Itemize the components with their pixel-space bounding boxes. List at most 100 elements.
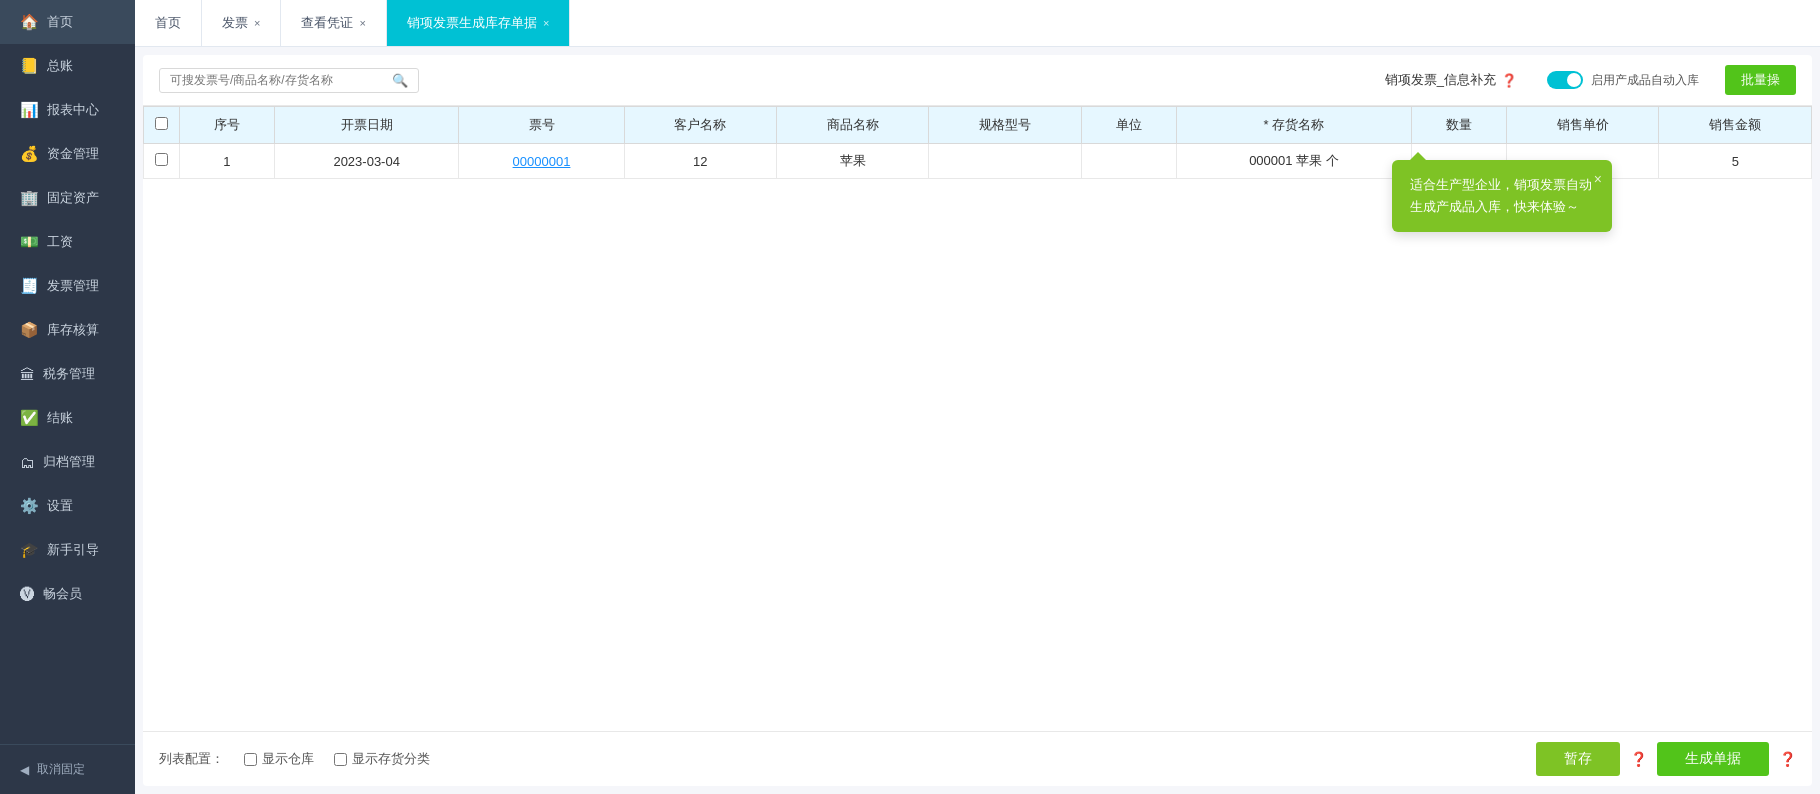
search-box[interactable]: 🔍 <box>159 68 419 93</box>
tab-create-inventory-close[interactable]: × <box>543 17 549 29</box>
tab-create-inventory-label: 销项发票生成库存单据 <box>407 14 537 32</box>
sidebar-label-reports: 报表中心 <box>47 101 99 119</box>
row-product: 苹果 <box>777 144 929 179</box>
sidebar-label-tax: 税务管理 <box>43 365 95 383</box>
header-unit: 单位 <box>1081 107 1176 144</box>
tab-create-inventory[interactable]: 销项发票生成库存单据 × <box>387 0 570 46</box>
show-warehouse-checkbox[interactable] <box>244 753 257 766</box>
tax-icon: 🏛 <box>20 366 35 383</box>
header-unit-price: 销售单价 <box>1507 107 1659 144</box>
save-help-icon[interactable]: ❓ <box>1630 751 1647 767</box>
select-all-checkbox[interactable] <box>155 117 168 130</box>
show-inventory-category-label[interactable]: 显示存货分类 <box>334 750 430 768</box>
toggle-area: 启用产成品自动入库 <box>1547 71 1699 89</box>
row-unit <box>1081 144 1176 179</box>
sidebar-item-tax[interactable]: 🏛 税务管理 <box>0 352 135 396</box>
sidebar-label-invoice: 发票管理 <box>47 277 99 295</box>
sidebar-item-reports[interactable]: 📊 报表中心 <box>0 88 135 132</box>
table-header-row: 序号 开票日期 票号 客户名称 商品名称 规格型号 单位 * 存货名称 数量 销… <box>144 107 1812 144</box>
vip-icon: 🅥 <box>20 586 35 603</box>
info-label-area: 销项发票_信息补充 ❓ <box>1385 71 1517 89</box>
sidebar-item-inventory[interactable]: 📦库存核算 <box>0 308 135 352</box>
tab-invoice-label: 发票 <box>222 14 248 32</box>
tab-invoice-close[interactable]: × <box>254 17 260 29</box>
sidebar-item-invoice[interactable]: 🧾 发票管理 <box>0 264 135 308</box>
sidebar: 🏠首页📒总账 📊 报表中心 💰资金管理🏢固定资产 💵 工资 🧾 发票管理 📦库存核算 🏛 税务管理 ✅… <box>0 0 135 794</box>
auto-warehouse-toggle[interactable] <box>1547 71 1583 89</box>
cancel-fixed-label: 取消固定 <box>37 761 85 778</box>
settings-icon: ⚙️ <box>20 497 39 515</box>
cancel-fixed-button[interactable]: ◀ 取消固定 <box>0 753 135 786</box>
search-input[interactable] <box>170 73 386 87</box>
toolbar: 🔍 销项发票_信息补充 ❓ 启用产成品自动入库 批量操 <box>143 55 1812 106</box>
save-button[interactable]: 暂存 <box>1536 742 1620 776</box>
home-icon: 🏠 <box>20 13 39 31</box>
bottom-buttons: 暂存 ❓ 生成单据 ❓ <box>1536 742 1796 776</box>
show-inventory-category-checkbox[interactable] <box>334 753 347 766</box>
sidebar-item-settlement[interactable]: ✅结账 <box>0 396 135 440</box>
sidebar-item-payroll[interactable]: 💵 工资 <box>0 220 135 264</box>
settlement-icon: ✅ <box>20 409 39 427</box>
header-seq: 序号 <box>180 107 275 144</box>
sidebar-label-settings: 设置 <box>47 497 73 515</box>
row-number[interactable]: 00000001 <box>459 144 624 179</box>
sidebar-label-vip: 畅会员 <box>43 585 82 603</box>
main-area: 首页 发票 × 查看凭证 × 销项发票生成库存单据 × 🔍 销项发票_信息补充 … <box>135 0 1820 794</box>
payroll-icon: 💵 <box>20 233 39 251</box>
guide-icon: 🎓 <box>20 541 39 559</box>
row-customer: 12 <box>624 144 776 179</box>
header-product: 商品名称 <box>777 107 929 144</box>
row-checkbox-0[interactable] <box>155 153 168 166</box>
header-inventory: * 存货名称 <box>1176 107 1411 144</box>
sidebar-item-assets[interactable]: 🏢固定资产 <box>0 176 135 220</box>
show-warehouse-label[interactable]: 显示仓库 <box>244 750 314 768</box>
sidebar-item-vip[interactable]: 🅥 畅会员 <box>0 572 135 616</box>
generate-help-icon[interactable]: ❓ <box>1779 751 1796 767</box>
tab-home-label: 首页 <box>155 14 181 32</box>
sidebar-label-payroll: 工资 <box>47 233 73 251</box>
tooltip-close-button[interactable]: × <box>1594 168 1602 192</box>
sidebar-label-archive: 归档管理 <box>43 453 95 471</box>
assets-icon: 🏢 <box>20 189 39 207</box>
header-date: 开票日期 <box>274 107 458 144</box>
info-label-text: 销项发票_信息补充 <box>1385 71 1496 89</box>
funds-icon: 💰 <box>20 145 39 163</box>
bottom-bar: 列表配置： 显示仓库 显示存货分类 暂存 ❓ 生成单据 ❓ <box>143 731 1812 786</box>
batch-button[interactable]: 批量操 <box>1725 65 1796 95</box>
invoice-icon: 🧾 <box>20 277 39 295</box>
header-customer: 客户名称 <box>624 107 776 144</box>
info-help-icon[interactable]: ❓ <box>1501 73 1517 88</box>
tooltip-text: 适合生产型企业，销项发票自动生成产成品入库，快来体验～ <box>1410 177 1592 214</box>
sidebar-label-ledger: 总账 <box>47 57 73 75</box>
search-icon: 🔍 <box>392 73 408 88</box>
row-inventory: 000001 苹果 个 <box>1176 144 1411 179</box>
sidebar-item-guide[interactable]: 🎓 新手引导 <box>0 528 135 572</box>
tab-voucher-label: 查看凭证 <box>301 14 353 32</box>
header-amount: 销售金额 <box>1659 107 1812 144</box>
row-seq: 1 <box>180 144 275 179</box>
row-checkbox-cell <box>144 144 180 179</box>
sidebar-item-archive[interactable]: 🗂 归档管理 <box>0 440 135 484</box>
generate-button[interactable]: 生成单据 <box>1657 742 1769 776</box>
toggle-knob <box>1567 73 1581 87</box>
tab-bar: 首页 发票 × 查看凭证 × 销项发票生成库存单据 × <box>135 0 1820 47</box>
reports-icon: 📊 <box>20 101 39 119</box>
tab-voucher-close[interactable]: × <box>359 17 365 29</box>
tooltip-box: × 适合生产型企业，销项发票自动生成产成品入库，快来体验～ <box>1392 160 1612 232</box>
cancel-fixed-icon: ◀ <box>20 763 29 777</box>
inventory-icon: 📦 <box>20 321 39 339</box>
row-date: 2023-03-04 <box>274 144 458 179</box>
sidebar-item-home[interactable]: 🏠首页 <box>0 0 135 44</box>
tab-invoice[interactable]: 发票 × <box>202 0 281 46</box>
sidebar-item-ledger[interactable]: 📒总账 <box>0 44 135 88</box>
archive-icon: 🗂 <box>20 454 35 471</box>
sidebar-label-guide: 新手引导 <box>47 541 99 559</box>
row-amount: 5 <box>1659 144 1812 179</box>
sidebar-item-settings[interactable]: ⚙️ 设置 <box>0 484 135 528</box>
sidebar-bottom: ◀ 取消固定 <box>0 744 135 794</box>
header-quantity: 数量 <box>1412 107 1507 144</box>
sidebar-item-funds[interactable]: 💰资金管理 <box>0 132 135 176</box>
tab-home[interactable]: 首页 <box>135 0 202 46</box>
toggle-label: 启用产成品自动入库 <box>1591 72 1699 89</box>
tab-voucher[interactable]: 查看凭证 × <box>281 0 386 46</box>
